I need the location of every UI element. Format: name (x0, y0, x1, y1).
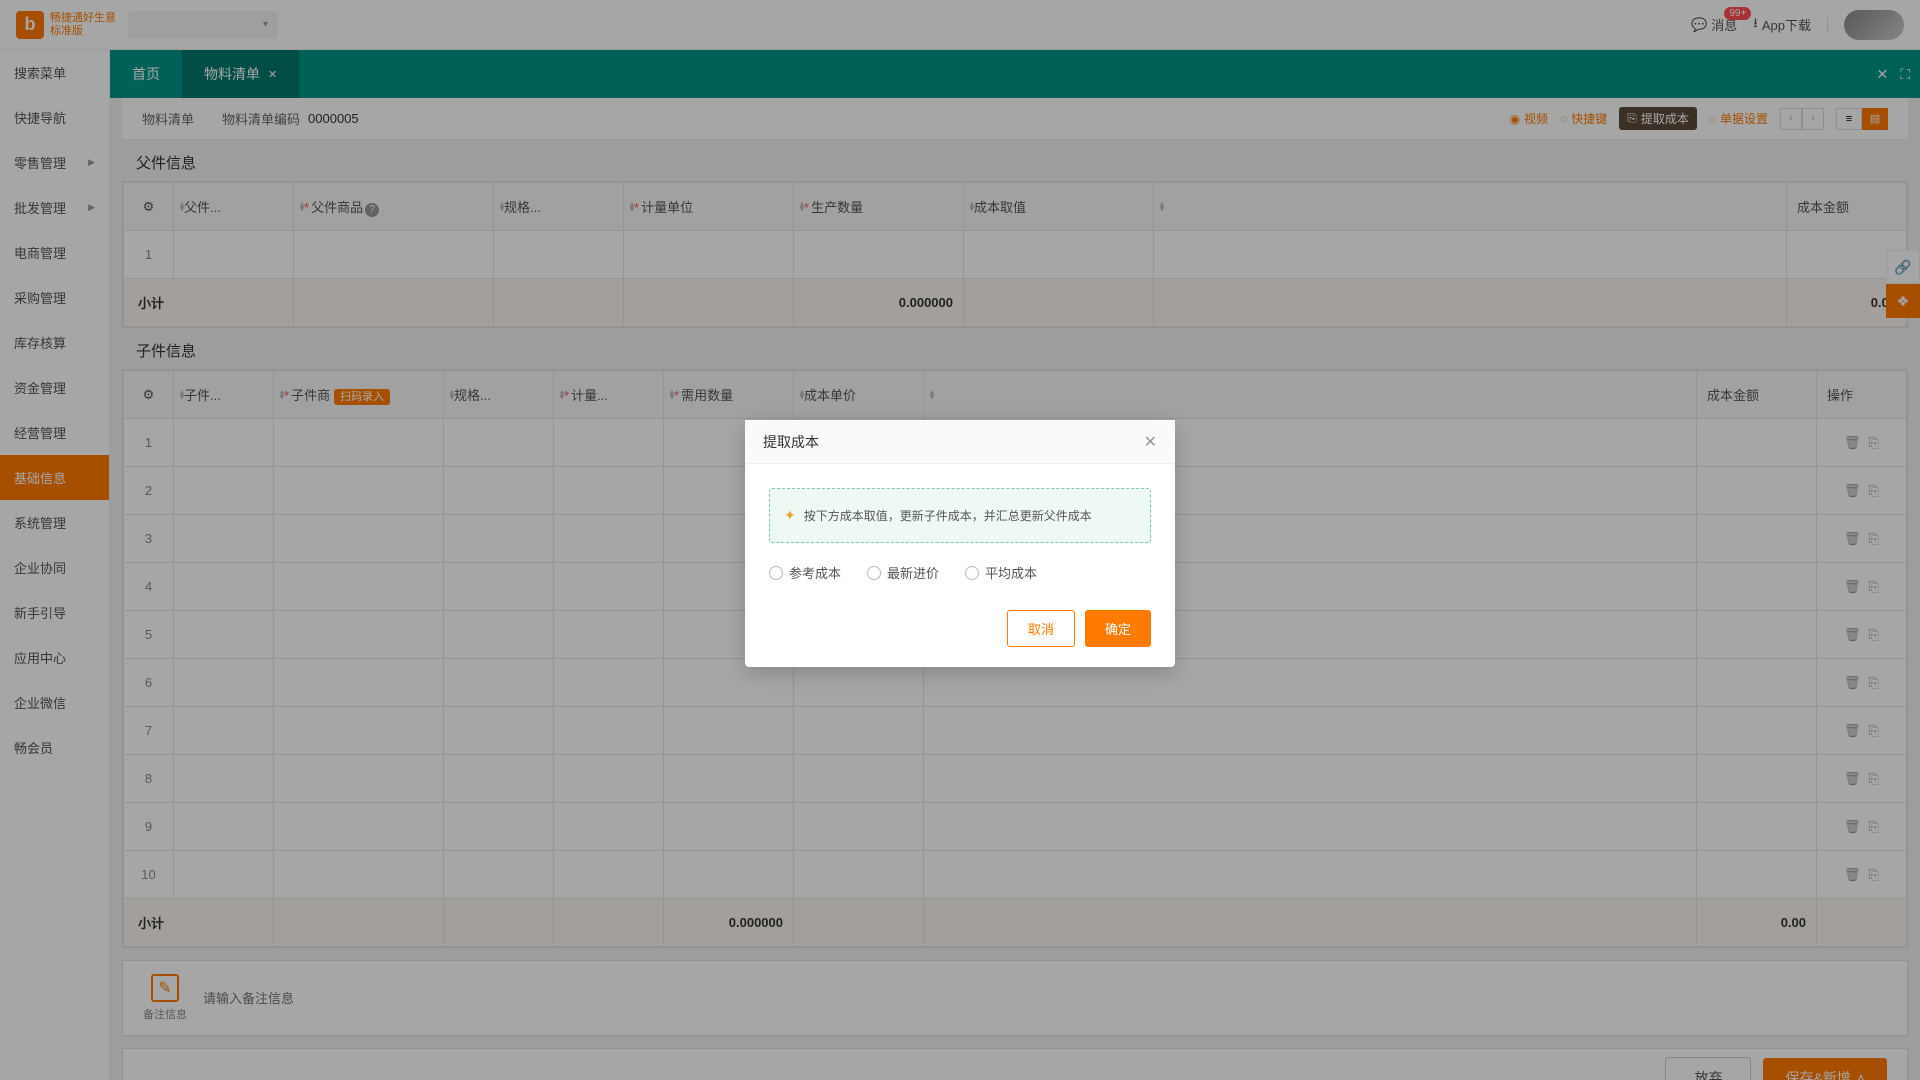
modal-overlay: 提取成本 ✕ ✦ 按下方成本取值，更新子件成本，并汇总更新父件成本 参考成本 最… (0, 0, 1920, 1080)
dialog-header: 提取成本 ✕ (745, 420, 1175, 464)
radio-label: 参考成本 (789, 563, 841, 582)
close-icon[interactable]: ✕ (1144, 432, 1157, 452)
radio-group: 参考成本 最新进价 平均成本 (769, 563, 1151, 582)
extract-cost-dialog: 提取成本 ✕ ✦ 按下方成本取值，更新子件成本，并汇总更新父件成本 参考成本 最… (745, 420, 1175, 667)
radio-label: 最新进价 (887, 563, 939, 582)
cancel-button[interactable]: 取消 (1007, 610, 1075, 647)
confirm-button[interactable]: 确定 (1085, 610, 1151, 647)
hint-box: ✦ 按下方成本取值，更新子件成本，并汇总更新父件成本 (769, 488, 1151, 543)
hint-text: 按下方成本取值，更新子件成本，并汇总更新父件成本 (804, 507, 1092, 524)
lightbulb-icon: ✦ (784, 507, 796, 524)
radio-label: 平均成本 (985, 563, 1037, 582)
radio-average-cost[interactable]: 平均成本 (965, 563, 1037, 582)
radio-icon (769, 566, 783, 580)
dialog-title: 提取成本 (763, 432, 819, 452)
radio-icon (965, 566, 979, 580)
radio-icon (867, 566, 881, 580)
radio-reference-cost[interactable]: 参考成本 (769, 563, 841, 582)
radio-latest-purchase[interactable]: 最新进价 (867, 563, 939, 582)
